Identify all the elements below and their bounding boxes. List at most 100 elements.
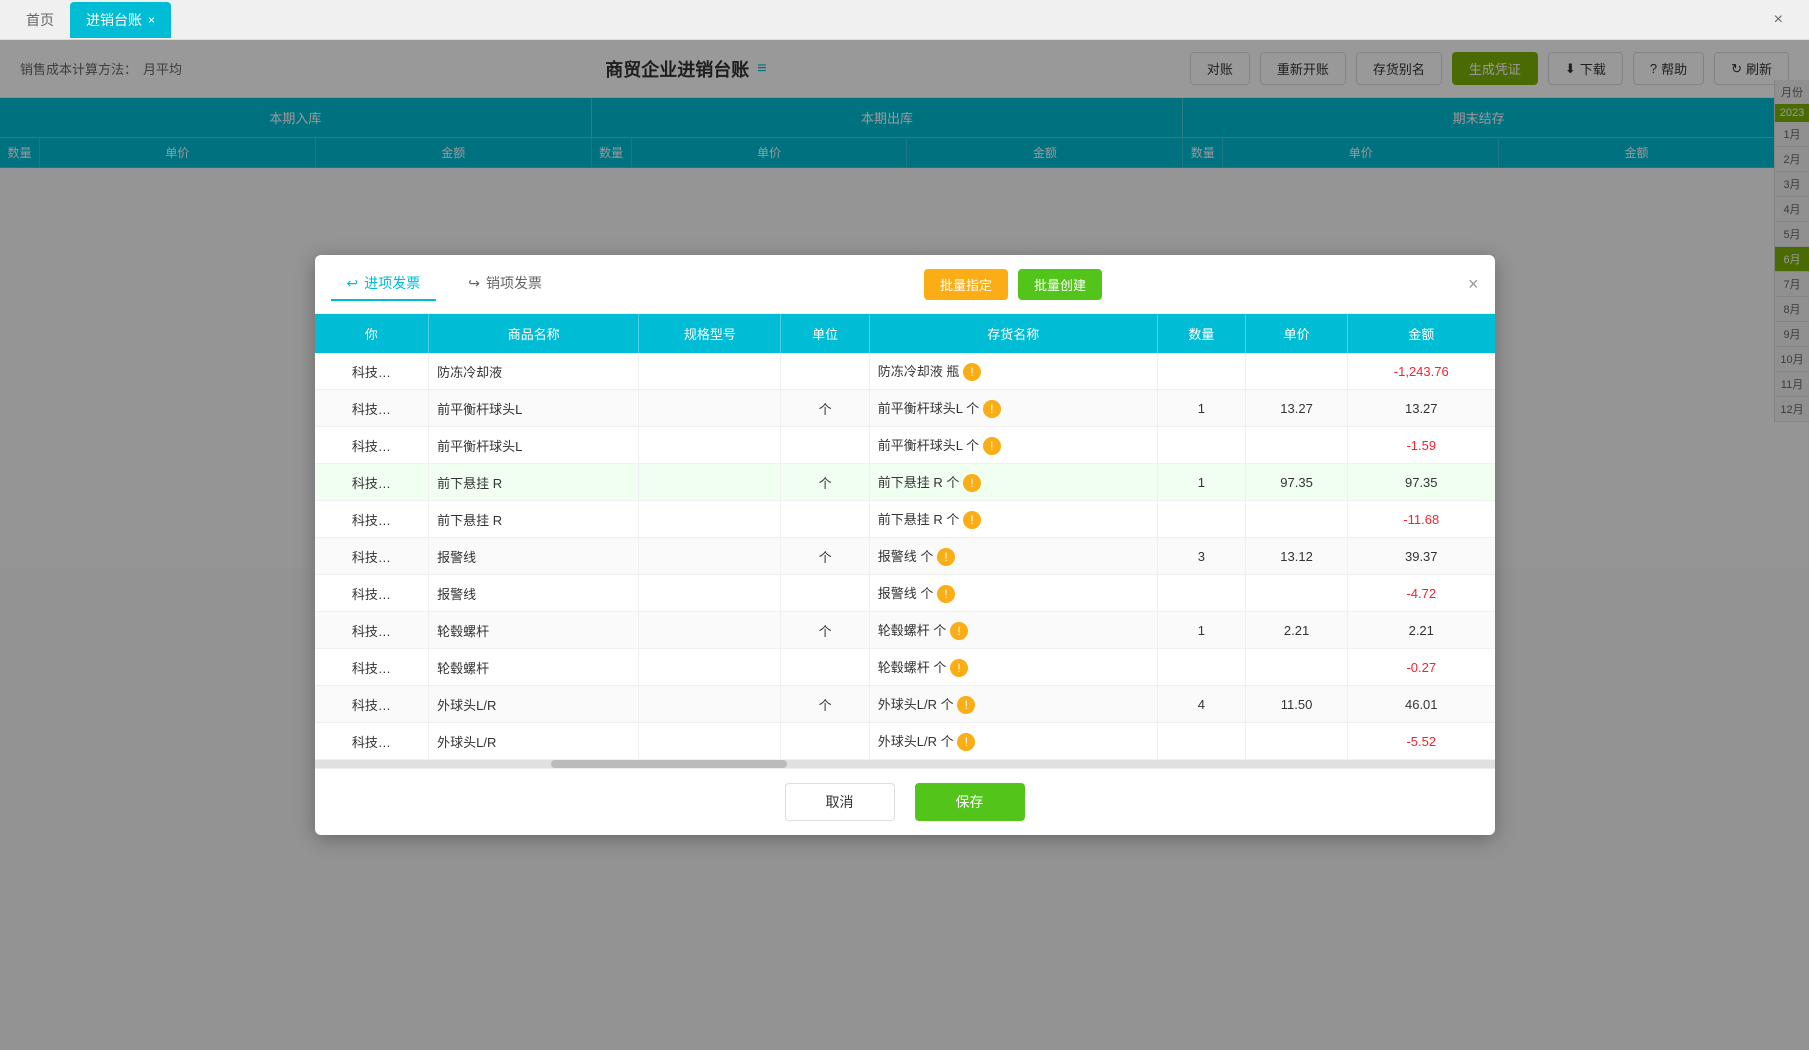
cell-unit <box>781 427 869 464</box>
cell-company: 科技… <box>315 390 429 427</box>
cell-unit <box>781 353 869 390</box>
cell-inventory: 轮毂螺杆 个 ! <box>869 649 1157 686</box>
cell-spec <box>639 538 781 575</box>
cell-unit: 个 <box>781 390 869 427</box>
cell-quantity: 3 <box>1157 538 1245 575</box>
cell-unit <box>781 723 869 760</box>
cell-company: 科技… <box>315 575 429 612</box>
cell-amount: 46.01 <box>1348 686 1495 723</box>
table-row: 科技… 轮毂螺杆 个 轮毂螺杆 个 ! 1 2.21 2.21 <box>315 612 1495 649</box>
cell-product: 防冻冷却液 <box>429 353 639 390</box>
tab-incoming-btn[interactable]: ↩ 进项发票 <box>331 267 437 301</box>
cell-unit: 个 <box>781 464 869 501</box>
cell-product: 前下悬挂 R <box>429 501 639 538</box>
cell-product: 前平衡杆球头L <box>429 390 639 427</box>
cell-quantity: 4 <box>1157 686 1245 723</box>
table-row: 科技… 前平衡杆球头L 前平衡杆球头L 个 ! -1.59 <box>315 427 1495 464</box>
cell-product: 前平衡杆球头L <box>429 427 639 464</box>
cell-amount: 2.21 <box>1348 612 1495 649</box>
warn-icon[interactable]: ! <box>963 474 981 492</box>
cell-unit-price <box>1246 353 1348 390</box>
cell-product: 报警线 <box>429 538 639 575</box>
cell-company: 科技… <box>315 501 429 538</box>
table-row: 科技… 报警线 个 报警线 个 ! 3 13.12 39.37 <box>315 538 1495 575</box>
table-row: 科技… 外球头L/R 外球头L/R 个 ! -5.52 <box>315 723 1495 760</box>
cell-quantity: 1 <box>1157 612 1245 649</box>
batch-assign-button[interactable]: 批量指定 <box>924 269 1008 300</box>
tab-close-icon[interactable]: × <box>148 13 155 27</box>
batch-buttons: 批量指定 批量创建 <box>924 269 1102 300</box>
tab-outgoing-btn[interactable]: ↪ 销项发票 <box>452 267 558 301</box>
cell-unit <box>781 649 869 686</box>
modal-table[interactable]: 你 商品名称 规格型号 单位 存货名称 数量 单价 金额 科技… 防冻冷却液 <box>315 314 1495 768</box>
cell-inventory: 前下悬挂 R 个 ! <box>869 501 1157 538</box>
outgoing-tab-icon: ↪ <box>468 275 480 292</box>
table-row: 科技… 前平衡杆球头L 个 前平衡杆球头L 个 ! 1 13.27 13.27 <box>315 390 1495 427</box>
warn-icon[interactable]: ! <box>950 659 968 677</box>
col-product: 商品名称 <box>429 314 639 353</box>
cell-unit-price: 13.12 <box>1246 538 1348 575</box>
cell-inventory: 前下悬挂 R 个 ! <box>869 464 1157 501</box>
table-row: 科技… 防冻冷却液 防冻冷却液 瓶 ! -1,243.76 <box>315 353 1495 390</box>
warn-icon[interactable]: ! <box>983 437 1001 455</box>
table-row: 科技… 报警线 报警线 个 ! -4.72 <box>315 575 1495 612</box>
col-amount: 金额 <box>1348 314 1495 353</box>
cell-spec <box>639 427 781 464</box>
cell-amount: -0.27 <box>1348 649 1495 686</box>
col-unit: 单位 <box>781 314 869 353</box>
cell-unit-price <box>1246 501 1348 538</box>
cell-company: 科技… <box>315 538 429 575</box>
cell-product: 轮毂螺杆 <box>429 612 639 649</box>
cell-product: 外球头L/R <box>429 723 639 760</box>
col-company: 你 <box>315 314 429 353</box>
cell-company: 科技… <box>315 723 429 760</box>
modal-footer: 取消 保存 <box>315 768 1495 835</box>
scrollbar-thumb[interactable] <box>551 760 787 768</box>
cell-company: 科技… <box>315 686 429 723</box>
modal-overlay: ↩ 进项发票 ↪ 销项发票 批量指定 批量创建 × 你 <box>0 40 1809 1050</box>
cell-inventory: 轮毂螺杆 个 ! <box>869 612 1157 649</box>
modal-header: ↩ 进项发票 ↪ 销项发票 批量指定 批量创建 × <box>315 255 1495 314</box>
cell-spec <box>639 501 781 538</box>
cell-company: 科技… <box>315 427 429 464</box>
horizontal-scrollbar[interactable] <box>315 760 1495 768</box>
modal-close-icon[interactable]: × <box>1468 274 1479 295</box>
tab-bar: 首页 进销台账 × × <box>0 0 1809 40</box>
table-row: 科技… 前下悬挂 R 个 前下悬挂 R 个 ! 1 97.35 97.35 <box>315 464 1495 501</box>
warn-icon[interactable]: ! <box>950 622 968 640</box>
cell-quantity <box>1157 353 1245 390</box>
warn-icon[interactable]: ! <box>963 363 981 381</box>
cell-quantity: 1 <box>1157 390 1245 427</box>
cell-quantity: 1 <box>1157 464 1245 501</box>
cell-unit-price <box>1246 723 1348 760</box>
tab-active[interactable]: 进销台账 × <box>70 2 171 38</box>
cell-unit-price: 13.27 <box>1246 390 1348 427</box>
cell-amount: -1,243.76 <box>1348 353 1495 390</box>
save-button[interactable]: 保存 <box>915 783 1025 821</box>
window-close-icon[interactable]: × <box>1758 11 1799 29</box>
table-row: 科技… 轮毂螺杆 轮毂螺杆 个 ! -0.27 <box>315 649 1495 686</box>
cell-amount: 13.27 <box>1348 390 1495 427</box>
cell-unit-price <box>1246 427 1348 464</box>
cell-amount: -11.68 <box>1348 501 1495 538</box>
table-row: 科技… 前下悬挂 R 前下悬挂 R 个 ! -11.68 <box>315 501 1495 538</box>
main-area: 销售成本计算方法： 月平均 商贸企业进销台账 ≡ 对账 重新开账 存货别名 生成… <box>0 40 1809 1050</box>
warn-icon[interactable]: ! <box>957 733 975 751</box>
warn-icon[interactable]: ! <box>937 585 955 603</box>
warn-icon[interactable]: ! <box>983 400 1001 418</box>
cell-spec <box>639 575 781 612</box>
warn-icon[interactable]: ! <box>937 548 955 566</box>
cell-amount: -5.52 <box>1348 723 1495 760</box>
cancel-button[interactable]: 取消 <box>785 783 895 821</box>
warn-icon[interactable]: ! <box>963 511 981 529</box>
col-quantity: 数量 <box>1157 314 1245 353</box>
cell-unit: 个 <box>781 686 869 723</box>
cell-unit-price <box>1246 649 1348 686</box>
cell-inventory: 外球头L/R 个 ! <box>869 686 1157 723</box>
tab-home[interactable]: 首页 <box>10 2 70 38</box>
warn-icon[interactable]: ! <box>957 696 975 714</box>
batch-create-button[interactable]: 批量创建 <box>1018 269 1102 300</box>
cell-company: 科技… <box>315 464 429 501</box>
col-unit-price: 单价 <box>1246 314 1348 353</box>
cell-product: 轮毂螺杆 <box>429 649 639 686</box>
